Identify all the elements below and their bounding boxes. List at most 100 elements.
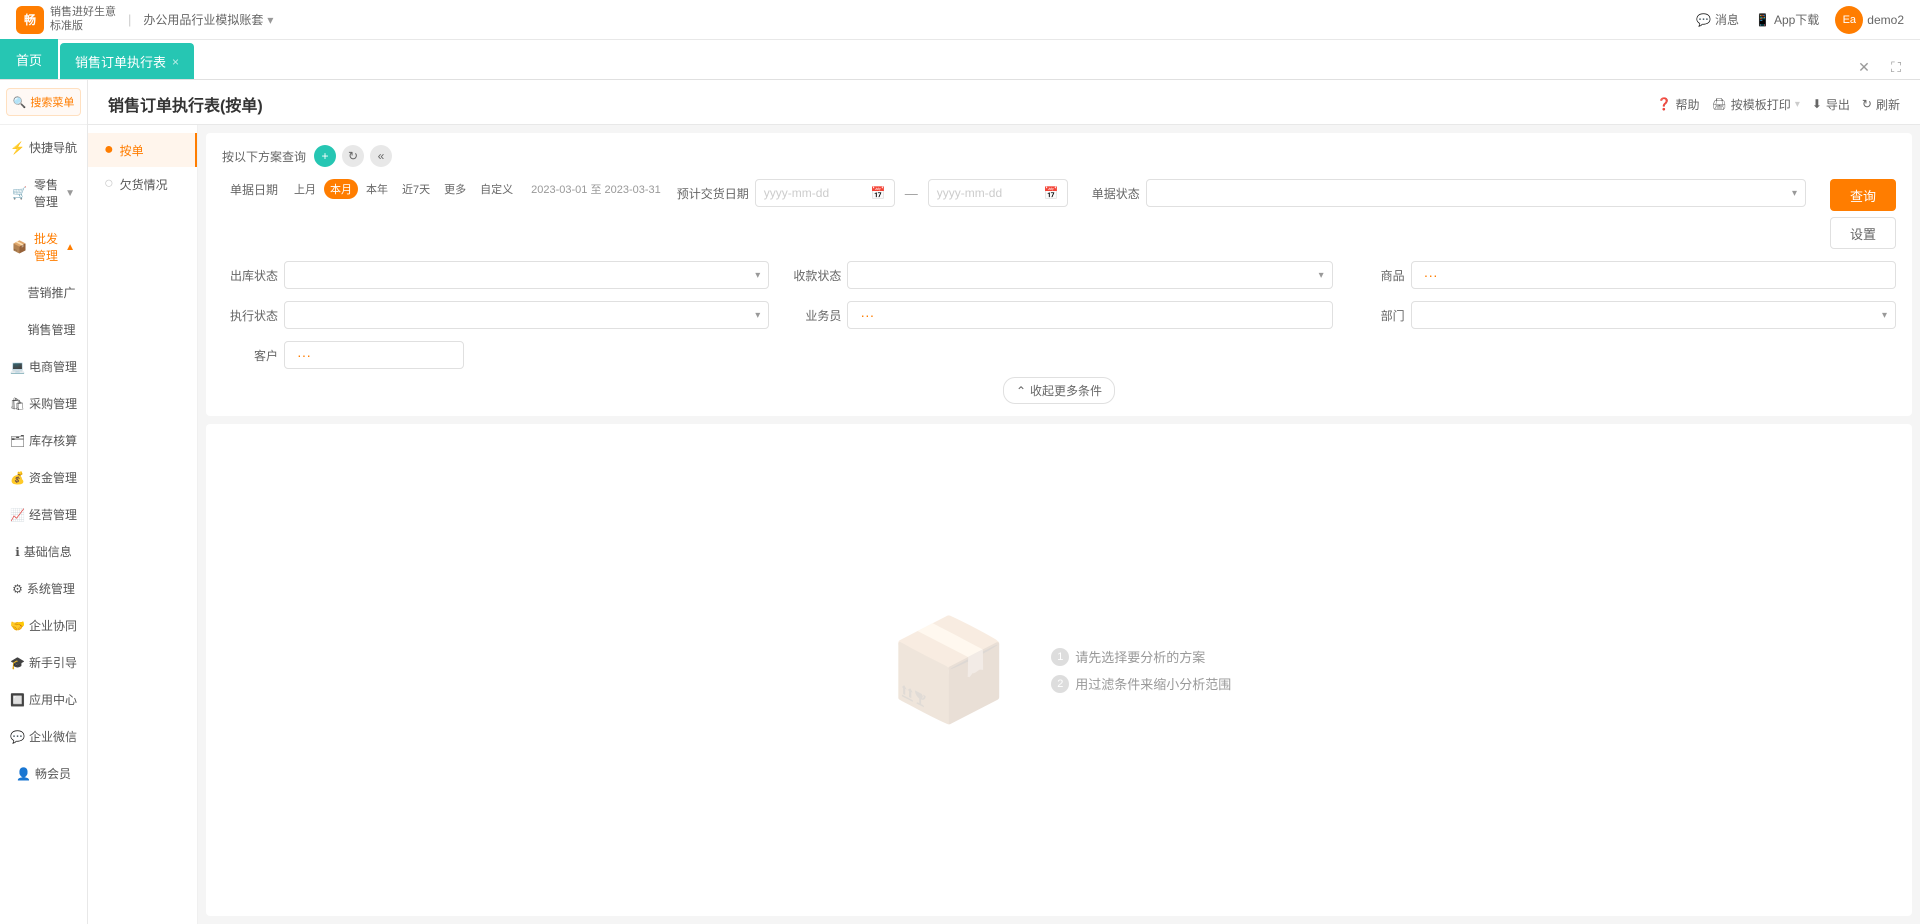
print-btn[interactable]: 🖨 按模板打印 ▾ — [1712, 96, 1800, 113]
app-download-btn[interactable]: 📱 App下载 — [1755, 11, 1819, 28]
sidebar-item-marketing[interactable]: 营销推广 — [0, 274, 87, 311]
sidebar-search-btn[interactable]: 🔍 搜索菜单 — [6, 88, 81, 116]
department-arrow: ▾ — [1882, 310, 1887, 321]
help-btn[interactable]: ❓ 帮助 — [1657, 96, 1700, 113]
ecommerce-label: 电商管理 — [29, 358, 77, 375]
date-tab-custom[interactable]: 自定义 — [474, 179, 519, 199]
filter-add-btn[interactable]: + — [314, 145, 336, 167]
page-title: 销售订单执行表(按单) — [108, 92, 263, 116]
filter-panel-header: 按以下方案查询 + ↻ « — [222, 145, 1896, 167]
out-status-select[interactable]: ▾ — [284, 261, 769, 289]
customer-label: 客户 — [222, 347, 278, 364]
filter-collapse-btn[interactable]: « — [370, 145, 392, 167]
page-actions: ❓ 帮助 🖨 按模板打印 ▾ ⬇ 导出 ↻ 刷新 — [1657, 96, 1900, 113]
tab-sales-order[interactable]: 销售订单执行表 × — [60, 43, 194, 79]
tab-bar-actions: ✕ ⛶ — [1840, 55, 1920, 79]
sidebar-item-newuser[interactable]: 🎓 新手引导 — [0, 644, 87, 681]
empty-tips: 1 请先选择要分析的方案 2 用过滤条件来缩小分析范围 — [1051, 647, 1231, 693]
refresh-btn[interactable]: ↻ 刷新 — [1862, 96, 1900, 113]
finance-label: 资金管理 — [29, 469, 77, 486]
exec-status-select[interactable]: ▾ — [284, 301, 769, 329]
tab-sales-order-label: 销售订单执行表 — [75, 52, 166, 71]
app-label: App下载 — [1774, 11, 1819, 28]
finance-icon: 💰 — [10, 471, 25, 485]
date-tab-this-month[interactable]: 本月 — [324, 179, 358, 199]
department-field: 部门 ▾ — [1349, 301, 1896, 329]
customer-dots[interactable]: ··· — [293, 347, 315, 363]
collapse-more-label: 收起更多条件 — [1030, 382, 1102, 399]
wholesale-arrow: ▲ — [65, 242, 75, 253]
main-layout: 🔍 搜索菜单 ⚡ 快捷导航 🛒 零售管理 ▼ 📦 批发管理 — [0, 80, 1920, 924]
avatar: Ea — [1835, 6, 1863, 34]
inventory-label: 库存核算 — [29, 432, 77, 449]
right-content: 按以下方案查询 + ↻ « — [198, 125, 1920, 924]
salesperson-input[interactable]: ··· — [847, 301, 1332, 329]
sub-sidebar-item-by-order[interactable]: ● 按单 — [88, 133, 197, 167]
sidebar-item-appcenter[interactable]: 🔲 应用中心 — [0, 681, 87, 718]
sidebar-item-inventory[interactable]: 🗂 库存核算 — [0, 422, 87, 459]
sidebar-item-ecommerce[interactable]: 💻 电商管理 — [0, 348, 87, 385]
help-icon: ❓ — [1657, 97, 1672, 111]
collapse-more-btn[interactable]: ⌃ 收起更多条件 — [1003, 377, 1115, 404]
logo-area: 畅 销售进好生意 标准版 — [16, 6, 116, 34]
sub-sidebar-item-shortage[interactable]: ○ 欠货情况 — [88, 167, 197, 201]
date-tab-7days[interactable]: 近7天 — [396, 179, 436, 199]
sidebar-item-enterprise[interactable]: 🤝 企业协同 — [0, 607, 87, 644]
msg-icon: 💬 — [1696, 13, 1711, 27]
expected-date-start[interactable]: yyyy-mm-dd 📅 — [755, 179, 895, 207]
goods-input[interactable]: ··· — [1411, 261, 1896, 289]
doc-status-arrow: ▾ — [1792, 188, 1797, 199]
goods-field: 商品 ··· — [1349, 261, 1896, 289]
wxwork-icon: 💬 — [10, 730, 25, 744]
vip-icon: 👤 — [16, 767, 31, 781]
date-tab-this-year[interactable]: 本年 — [360, 179, 394, 199]
tab-close-btn[interactable]: ✕ — [1852, 55, 1876, 79]
sidebar-item-wholesale[interactable]: 📦 批发管理 ▲ — [0, 220, 87, 274]
filter-row-4: 客户 ··· — [222, 341, 1896, 369]
tab-close-icon[interactable]: × — [172, 55, 179, 69]
sidebar-item-wxwork[interactable]: 💬 企业微信 — [0, 718, 87, 755]
doc-status-label: 单据状态 — [1084, 185, 1140, 202]
out-status-field: 出库状态 ▾ — [222, 261, 769, 289]
empty-state: 📦 1 请先选择要分析的方案 2 用过滤条件来缩小分析范围 — [206, 424, 1912, 916]
search-action-group: 查询 设置 — [1830, 179, 1896, 249]
user-menu[interactable]: Ea demo2 — [1835, 6, 1904, 34]
sidebar-item-sales[interactable]: 销售管理 — [0, 311, 87, 348]
tab-home[interactable]: 首页 — [0, 39, 58, 79]
by-order-label: 按单 — [120, 142, 144, 159]
sidebar-item-purchase[interactable]: 🛍 采购管理 — [0, 385, 87, 422]
doc-status-field: 单据状态 ▾ — [1084, 179, 1806, 207]
msg-btn[interactable]: 💬 消息 — [1696, 11, 1739, 28]
receipt-status-select[interactable]: ▾ — [847, 261, 1332, 289]
salesperson-dots[interactable]: ··· — [856, 307, 878, 323]
enterprise-icon: 🤝 — [10, 619, 25, 633]
sidebar-item-system[interactable]: ⚙ 系统管理 — [0, 570, 87, 607]
sidebar-item-vip[interactable]: 👤 畅会员 — [0, 755, 87, 792]
department-select[interactable]: ▾ — [1411, 301, 1896, 329]
expected-date-end[interactable]: yyyy-mm-dd 📅 — [928, 179, 1068, 207]
retail-label: 零售管理 — [31, 176, 61, 210]
sidebar-item-retail[interactable]: 🛒 零售管理 ▼ — [0, 166, 87, 220]
exec-status-field: 执行状态 ▾ — [222, 301, 769, 329]
sidebar-item-finance[interactable]: 💰 资金管理 — [0, 459, 87, 496]
tab-maximize-btn[interactable]: ⛶ — [1884, 55, 1908, 79]
logo-text: 销售进好生意 标准版 — [50, 6, 116, 32]
filter-refresh-btn[interactable]: ↻ — [342, 145, 364, 167]
search-btn[interactable]: 查询 — [1830, 179, 1896, 211]
sidebar-item-basic[interactable]: ℹ 基础信息 — [0, 533, 87, 570]
refresh-icon: ↻ — [1862, 97, 1872, 111]
breadcrumb-dropdown-icon[interactable]: ▾ — [267, 13, 273, 27]
filter-add-icon: + — [322, 149, 329, 163]
export-icon: ⬇ — [1812, 97, 1822, 111]
exec-status-arrow: ▾ — [755, 310, 760, 321]
date-tab-more[interactable]: 更多 — [438, 179, 472, 199]
customer-input[interactable]: ··· — [284, 341, 464, 369]
doc-status-select[interactable]: ▾ — [1146, 179, 1806, 207]
export-btn[interactable]: ⬇ 导出 — [1812, 96, 1850, 113]
goods-dots[interactable]: ··· — [1420, 267, 1442, 283]
sidebar-item-quick-nav[interactable]: ⚡ 快捷导航 — [0, 129, 87, 166]
date-tab-last-month[interactable]: 上月 — [288, 179, 322, 199]
tip-num-2: 2 — [1051, 675, 1069, 693]
sidebar-item-operations[interactable]: 📈 经营管理 — [0, 496, 87, 533]
settings-btn[interactable]: 设置 — [1830, 217, 1896, 249]
